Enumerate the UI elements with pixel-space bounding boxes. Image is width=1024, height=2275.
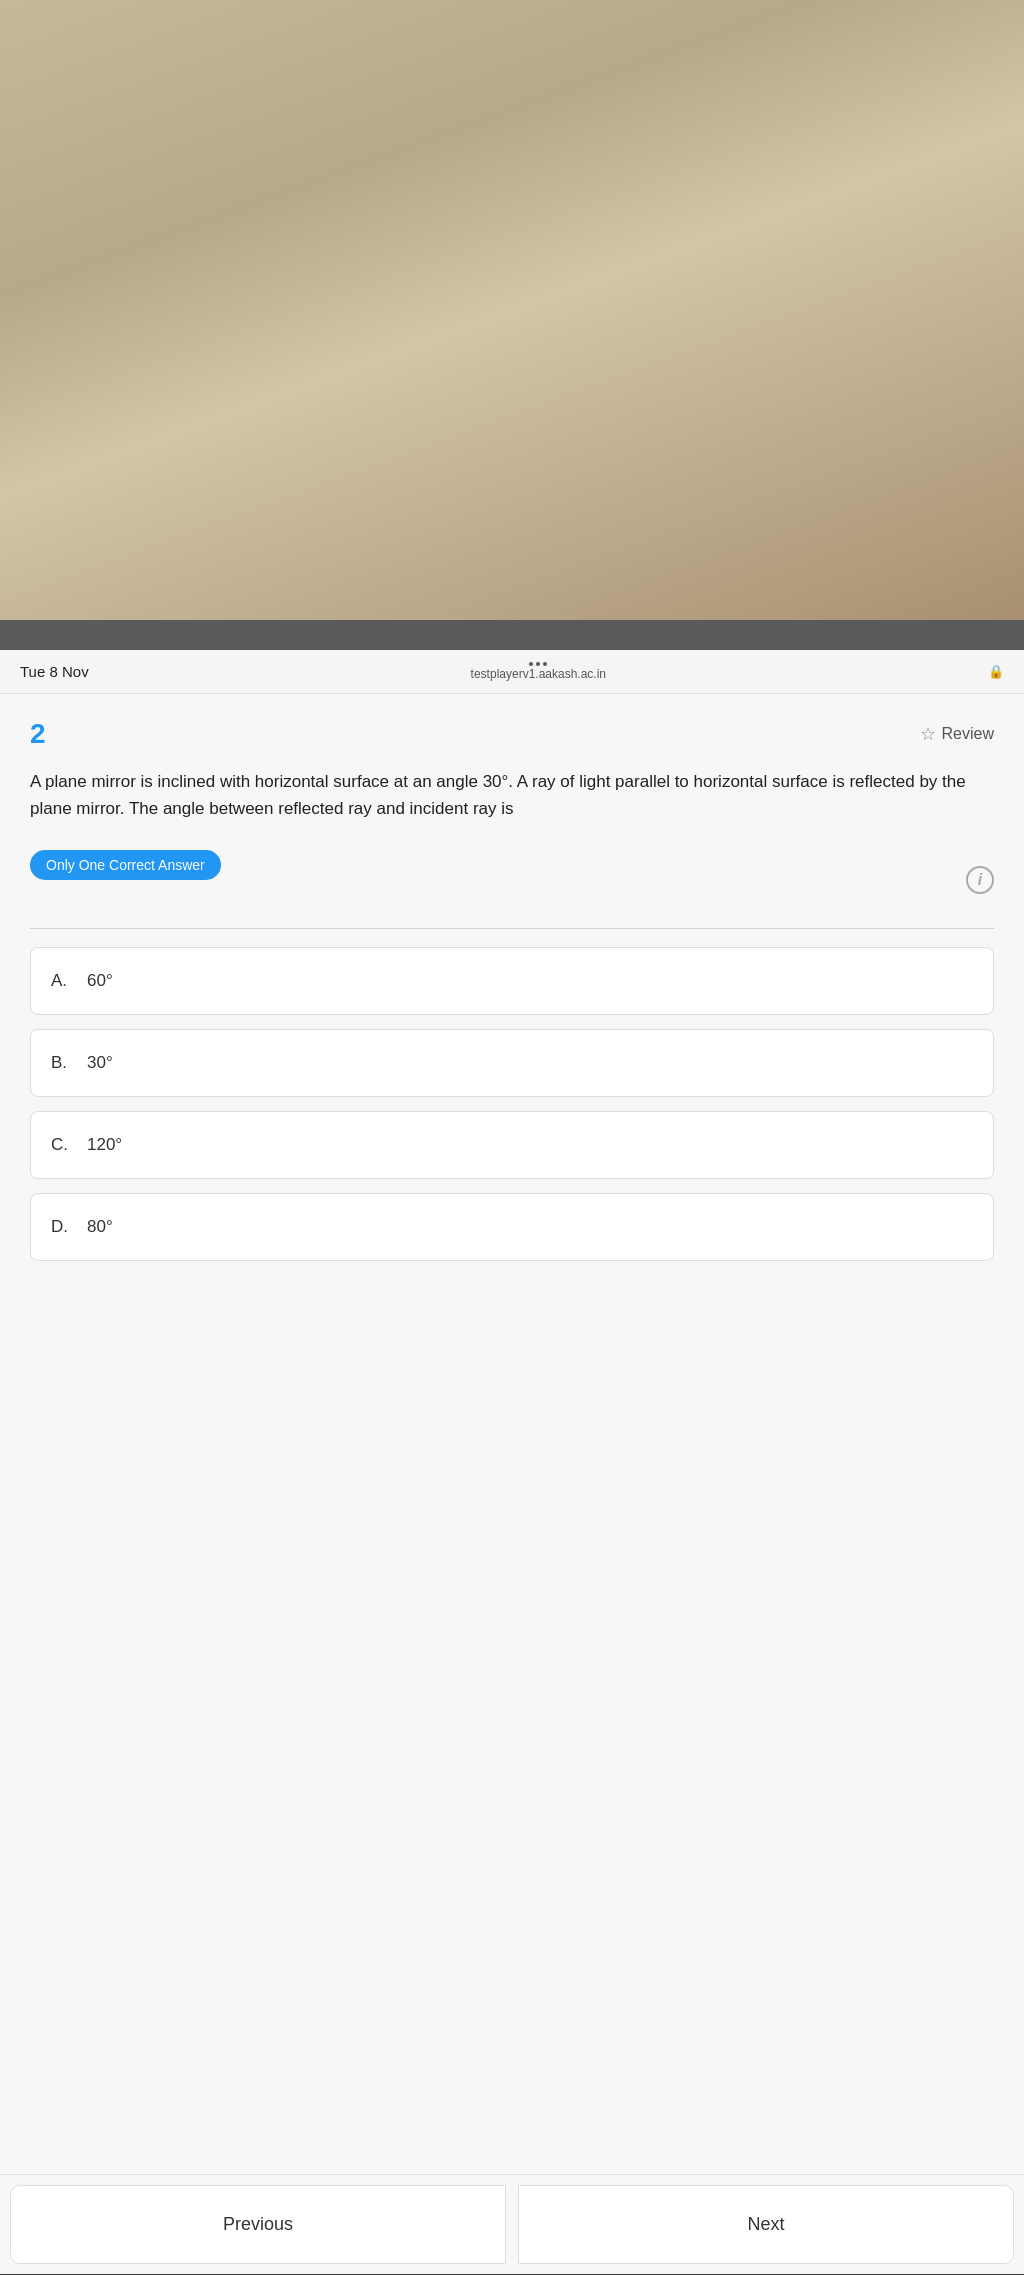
- option-a-label: A.: [51, 971, 71, 991]
- option-a-text: 60°: [87, 971, 113, 991]
- question-number: 2: [30, 718, 46, 750]
- browser-content: 2 ☆ Review A plane mirror is inclined wi…: [0, 694, 1024, 2274]
- info-icon-text: i: [978, 871, 982, 889]
- option-d-label: D.: [51, 1217, 71, 1237]
- option-a[interactable]: A. 60°: [30, 947, 994, 1015]
- bezel-top: [0, 620, 1024, 650]
- lock-icon: 🔒: [988, 664, 1004, 679]
- answer-type-row: Only One Correct Answer i: [30, 850, 994, 910]
- options-container: A. 60° B. 30° C. 120° D. 80°: [30, 947, 994, 1261]
- answer-type-badge: Only One Correct Answer: [30, 850, 221, 880]
- option-b-text: 30°: [87, 1053, 113, 1073]
- option-b[interactable]: B. 30°: [30, 1029, 994, 1097]
- status-bar: Tue 8 Nov testplayerv1.aakash.ac.in 🔒: [0, 650, 1024, 694]
- review-button[interactable]: ☆ Review: [920, 723, 994, 745]
- url-text: testplayerv1.aakash.ac.in: [471, 667, 606, 681]
- option-c-label: C.: [51, 1135, 71, 1155]
- option-d[interactable]: D. 80°: [30, 1193, 994, 1261]
- dots-icon: [529, 662, 547, 666]
- info-icon[interactable]: i: [966, 866, 994, 894]
- background-photo: [0, 0, 1024, 620]
- option-c-text: 120°: [87, 1135, 122, 1155]
- bottom-navigation: Previous Next: [0, 2174, 1024, 2274]
- question-text: A plane mirror is inclined with horizont…: [30, 768, 994, 822]
- browser-url-area: testplayerv1.aakash.ac.in: [471, 662, 606, 681]
- next-label: Next: [747, 2214, 784, 2234]
- question-header: 2 ☆ Review: [30, 718, 994, 750]
- review-label: Review: [942, 725, 994, 743]
- divider: [30, 928, 994, 929]
- previous-button[interactable]: Previous: [10, 2185, 506, 2264]
- previous-label: Previous: [223, 2214, 293, 2234]
- option-d-text: 80°: [87, 1217, 113, 1237]
- star-icon: ☆: [920, 723, 936, 745]
- option-b-label: B.: [51, 1053, 71, 1073]
- next-button[interactable]: Next: [518, 2185, 1014, 2264]
- status-time: Tue 8 Nov: [20, 663, 89, 680]
- option-c[interactable]: C. 120°: [30, 1111, 994, 1179]
